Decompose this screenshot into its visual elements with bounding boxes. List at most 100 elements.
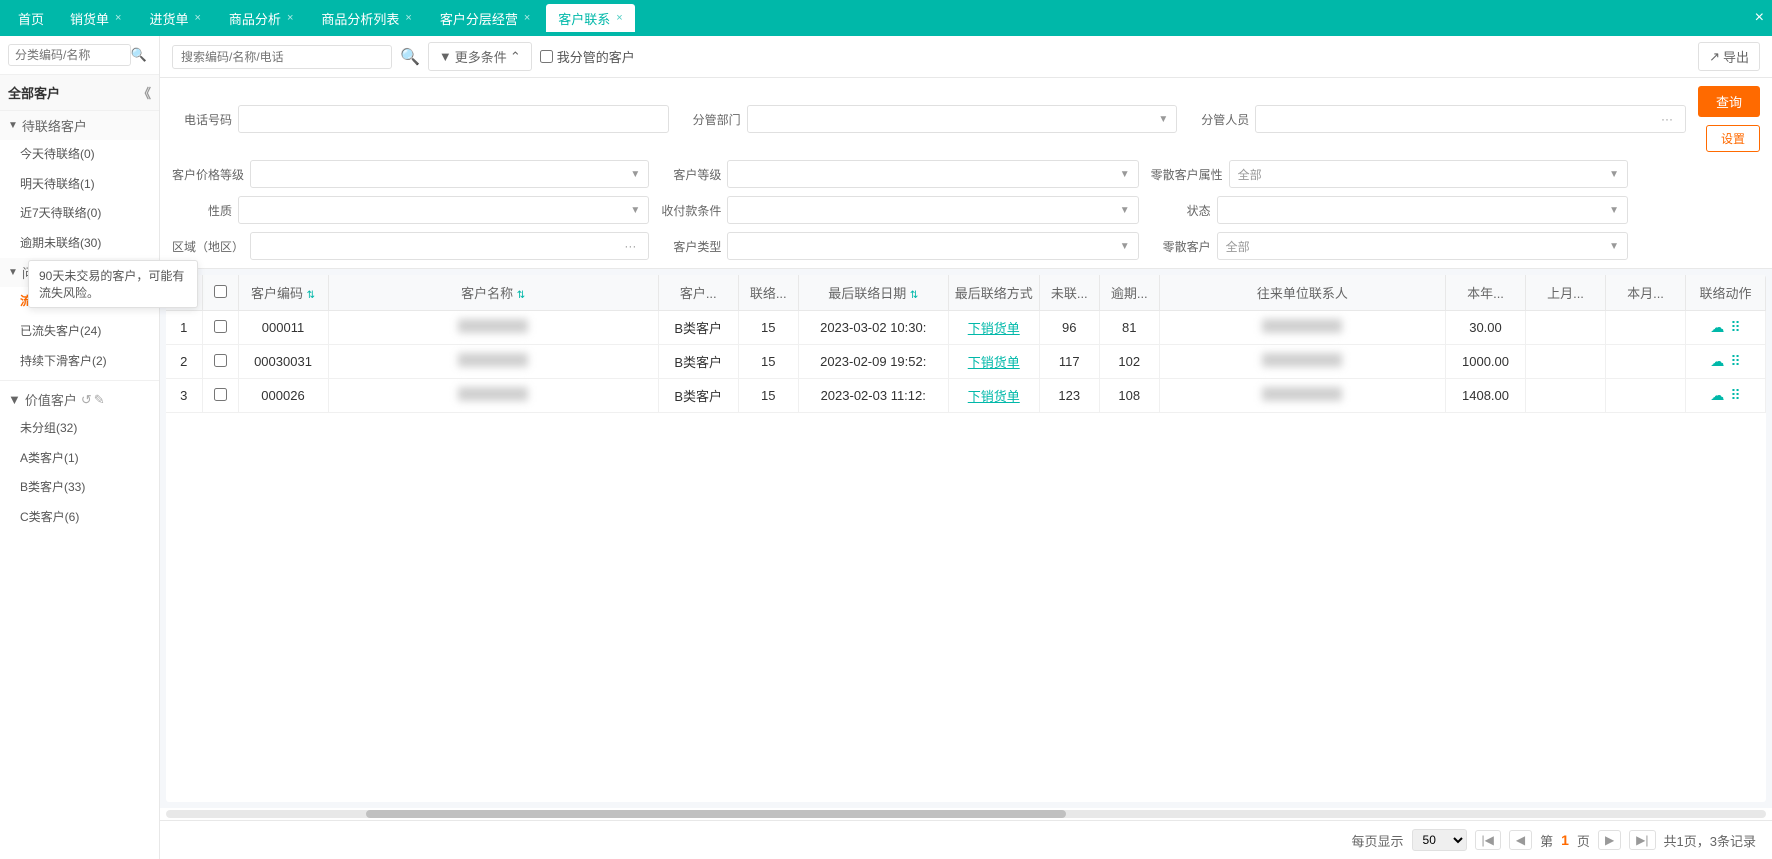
filter-status-select[interactable]: ▼ <box>1217 196 1628 224</box>
close-all-btn[interactable]: × <box>1755 9 1764 27</box>
settings-button[interactable]: 设置 <box>1706 125 1760 152</box>
sidebar-item-class-a[interactable]: A类客户(1) <box>0 444 159 474</box>
close-tab-sales[interactable]: × <box>115 12 121 24</box>
more-action-icon[interactable]: ⠿ <box>1730 319 1740 336</box>
sidebar-section-pending[interactable]: ▼ 待联络客户 <box>0 111 159 140</box>
filter-phone-field: 电话号码 <box>172 105 669 133</box>
nav-tab-analysis[interactable]: 商品分析 × <box>217 4 305 32</box>
sidebar-section-value[interactable]: ▼ 价值客户 ↺ ✎ <box>0 385 159 414</box>
row-unlinkdays: 123 <box>1039 379 1099 413</box>
first-page-btn[interactable]: |◀ <box>1475 830 1501 850</box>
nav-tab-sales[interactable]: 销货单 × <box>58 4 133 32</box>
col-name-header[interactable]: 客户名称 ⇅ <box>328 275 658 311</box>
sidebar-item-class-b[interactable]: B类客户(33) <box>0 473 159 503</box>
row-unitcontact <box>1159 379 1445 413</box>
filter-phone-input[interactable] <box>238 105 669 133</box>
horizontal-scrollbar[interactable] <box>160 808 1772 820</box>
my-customers-filter[interactable]: 我分管的客户 <box>540 47 635 66</box>
gender-chevron-icon: ▼ <box>630 205 640 216</box>
filter-search-input[interactable] <box>172 45 392 69</box>
close-tab-customer-contact[interactable]: × <box>616 12 622 24</box>
row-code: 000011 <box>238 311 328 345</box>
page-number: 1 <box>1561 832 1569 848</box>
row-checkbox[interactable] <box>214 388 227 401</box>
nav-tab-purchase[interactable]: 进货单 × <box>137 4 212 32</box>
nav-tab-customer-layer[interactable]: 客户分层经营 × <box>428 4 542 32</box>
filter-region-field: 区域（地区） ··· <box>172 232 649 260</box>
sidebar-item-today[interactable]: 今天待联络(0) <box>0 140 159 170</box>
table-row: 2 00030031 B类客户 15 2023-02-09 19:52: 下销货… <box>166 345 1766 379</box>
scrollbar-track <box>166 810 1766 818</box>
contact-action-icon[interactable]: ☁ <box>1710 353 1724 370</box>
manager-more-icon[interactable]: ··· <box>1657 112 1677 126</box>
sidebar-item-class-c[interactable]: C类客户(6) <box>0 503 159 533</box>
export-button[interactable]: ↗ 导出 <box>1698 42 1760 71</box>
contact-action-icon[interactable]: ☁ <box>1710 319 1724 336</box>
per-page-select[interactable]: 50 20 100 <box>1412 829 1467 851</box>
adv-filter-row-4: 区域（地区） ··· 客户类型 ▼ 零散客户 全部 <box>172 232 1760 260</box>
close-tab-customer-layer[interactable]: × <box>524 12 530 24</box>
refresh-icon[interactable]: ↺ <box>81 392 92 408</box>
sidebar-item-ungroup[interactable]: 未分组(32) <box>0 414 159 444</box>
row-type: B类客户 <box>658 379 738 413</box>
sidebar-all-customers[interactable]: 全部客户 《 <box>0 75 159 111</box>
sidebar-item-tomorrow[interactable]: 明天待联络(1) <box>0 170 159 200</box>
filter-region-select[interactable]: ··· <box>250 232 649 260</box>
more-action-icon[interactable]: ⠿ <box>1730 353 1740 370</box>
nav-tab-analysis-list[interactable]: 商品分析列表 × <box>309 4 423 32</box>
region-more-icon[interactable]: ··· <box>620 239 640 253</box>
row-checkbox[interactable] <box>214 354 227 367</box>
filter-dept-field: 分管部门 ▼ <box>681 105 1178 133</box>
close-tab-analysis-list[interactable]: × <box>405 12 411 24</box>
filter-zeroattr-select[interactable]: 全部 ▼ <box>1229 160 1628 188</box>
filter-pricelevel-select[interactable]: ▼ <box>250 160 649 188</box>
close-tab-analysis[interactable]: × <box>287 12 293 24</box>
last-page-btn[interactable]: ▶| <box>1629 830 1655 850</box>
filter-gender-select[interactable]: ▼ <box>238 196 649 224</box>
table-body: 1 000011 B类客户 15 2023-03-02 10:30: 下销货单 … <box>166 311 1766 413</box>
filter-manager-select[interactable]: ··· <box>1255 105 1686 133</box>
content-area: 🔍 ▼ 更多条件 ⌃ 我分管的客户 ↗ 导出 电话号码 <box>160 36 1772 859</box>
filter-payment-select[interactable]: ▼ <box>727 196 1138 224</box>
zero-chevron-icon: ▼ <box>1609 241 1619 252</box>
sidebar-item-churned[interactable]: 已流失客户(24) <box>0 317 159 347</box>
row-lastmonth <box>1526 379 1606 413</box>
row-lastway[interactable]: 下销货单 <box>948 345 1039 379</box>
sidebar-item-overdue-contact[interactable]: 逾期未联络(30) <box>0 229 159 259</box>
more-action-icon[interactable]: ⠿ <box>1730 387 1740 404</box>
prev-page-btn[interactable]: ◀ <box>1509 830 1532 850</box>
filter-zero-select[interactable]: 全部 ▼ <box>1217 232 1628 260</box>
col-thismonth-header: 本月... <box>1606 275 1686 311</box>
nav-home[interactable]: 首页 <box>8 5 54 32</box>
row-checkbox-cell <box>202 379 238 413</box>
filter-more-btn[interactable]: ▼ 更多条件 ⌃ <box>428 42 532 71</box>
scrollbar-thumb[interactable] <box>366 810 1066 818</box>
main-layout: 🔍 全部客户 《 ▼ 待联络客户 今天待联络(0) 明天待联络(1) 近7天待联… <box>0 36 1772 859</box>
next-page-btn[interactable]: ▶ <box>1598 830 1621 850</box>
contact-action-icon[interactable]: ☁ <box>1710 387 1724 404</box>
nav-tab-customer-contact[interactable]: 客户联系 × <box>546 4 634 32</box>
filter-custtype-select[interactable]: ▼ <box>727 232 1138 260</box>
col-overdue-header: 逾期... <box>1099 275 1159 311</box>
row-lastway[interactable]: 下销货单 <box>948 379 1039 413</box>
filter-custlevel-select[interactable]: ▼ <box>727 160 1138 188</box>
row-thisyear: 1000.00 <box>1446 345 1526 379</box>
sidebar-item-7days[interactable]: 近7天待联络(0) <box>0 199 159 229</box>
edit-icon[interactable]: ✎ <box>94 392 105 408</box>
col-code-header[interactable]: 客户编码 ⇅ <box>238 275 328 311</box>
sidebar-collapse-icon[interactable]: 《 <box>138 83 151 102</box>
filter-dept-select[interactable]: ▼ <box>747 105 1178 133</box>
filter-bar: 🔍 ▼ 更多条件 ⌃ 我分管的客户 ↗ 导出 <box>160 36 1772 78</box>
col-lastdate-header[interactable]: 最后联络日期 ⇅ <box>798 275 948 311</box>
my-customers-checkbox[interactable] <box>540 50 553 63</box>
sidebar-item-declining[interactable]: 持续下滑客户(2) <box>0 347 159 377</box>
select-all-checkbox[interactable] <box>214 285 227 298</box>
adv-filter-panel: 电话号码 分管部门 ▼ 分管人员 ··· <box>160 78 1772 269</box>
query-button[interactable]: 查询 <box>1698 86 1760 117</box>
row-overdue: 81 <box>1099 311 1159 345</box>
row-checkbox[interactable] <box>214 320 227 333</box>
filter-search-button[interactable]: 🔍 <box>400 47 420 67</box>
close-tab-purchase[interactable]: × <box>194 12 200 24</box>
row-lastway[interactable]: 下销货单 <box>948 311 1039 345</box>
sidebar-search-input[interactable] <box>8 44 131 66</box>
